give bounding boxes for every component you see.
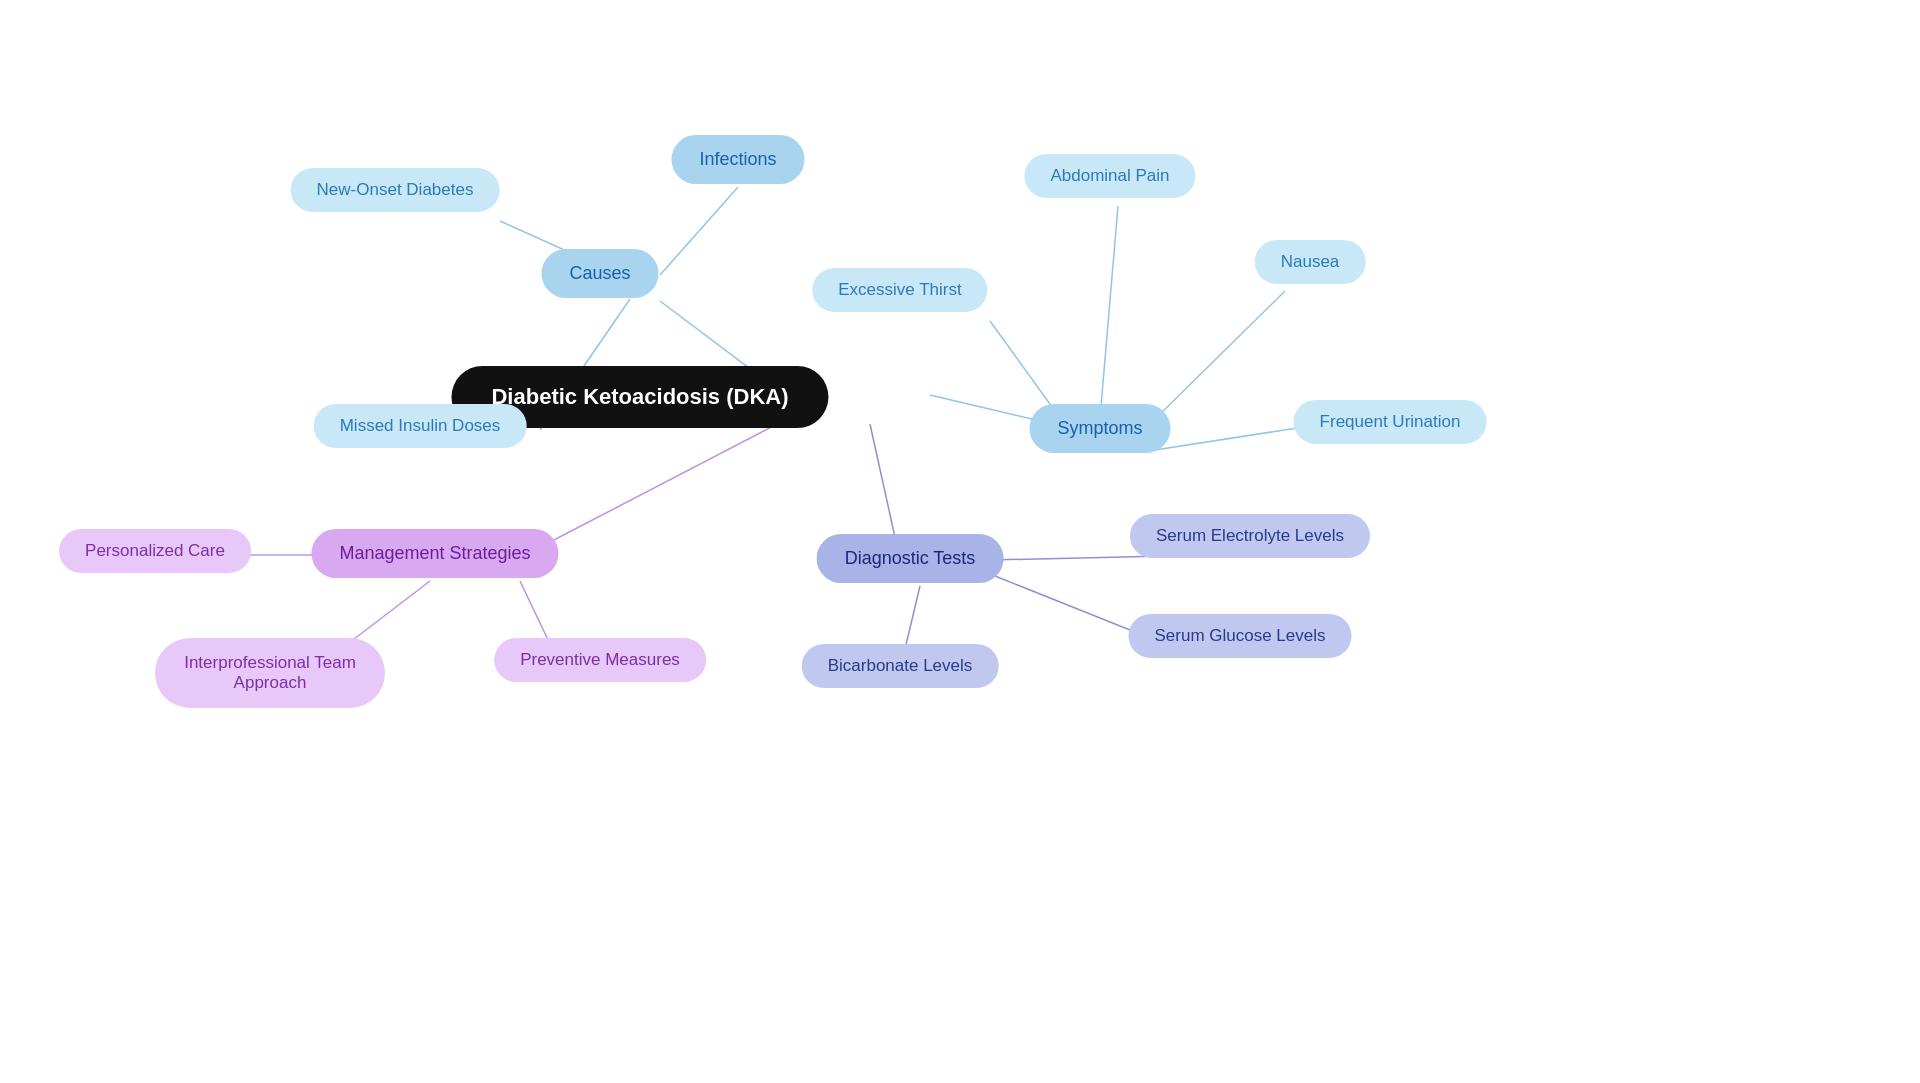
management-node: Management Strategies: [311, 529, 558, 578]
svg-line-14: [990, 556, 1165, 560]
causes-label: Causes: [569, 263, 630, 284]
frequent-urination-node: Frequent Urination: [1294, 400, 1487, 444]
preventive-measures-node: Preventive Measures: [494, 638, 706, 682]
serum-glucose-node: Serum Glucose Levels: [1128, 614, 1351, 658]
serum-glucose-label: Serum Glucose Levels: [1154, 626, 1325, 646]
bicarbonate-node: Bicarbonate Levels: [802, 644, 999, 688]
diagnostic-tests-node: Diagnostic Tests: [817, 534, 1004, 583]
missed-insulin-label: Missed Insulin Doses: [340, 416, 501, 436]
preventive-measures-label: Preventive Measures: [520, 650, 680, 670]
symptoms-label: Symptoms: [1057, 418, 1142, 439]
frequent-urination-label: Frequent Urination: [1320, 412, 1461, 432]
excessive-thirst-node: Excessive Thirst: [812, 268, 987, 312]
svg-line-7: [1150, 291, 1285, 424]
symptoms-node: Symptoms: [1029, 404, 1170, 453]
personalized-care-node: Personalized Care: [59, 529, 251, 573]
infections-label: Infections: [699, 149, 776, 170]
svg-line-9: [525, 420, 785, 555]
interprofessional-label: Interprofessional Team Approach: [184, 653, 356, 693]
new-onset-node: New-Onset Diabetes: [291, 168, 500, 212]
nausea-label: Nausea: [1281, 252, 1340, 272]
svg-line-8: [1155, 426, 1310, 450]
missed-insulin-node: Missed Insulin Doses: [314, 404, 527, 448]
new-onset-label: New-Onset Diabetes: [317, 180, 474, 200]
nausea-node: Nausea: [1255, 240, 1366, 284]
serum-electrolyte-label: Serum Electrolyte Levels: [1156, 526, 1344, 546]
interprofessional-node: Interprofessional Team Approach: [155, 638, 385, 708]
abdominal-pain-label: Abdominal Pain: [1050, 166, 1169, 186]
management-label: Management Strategies: [339, 543, 530, 564]
diagnostic-tests-label: Diagnostic Tests: [845, 548, 976, 569]
causes-node: Causes: [541, 249, 658, 298]
center-label: Diabetic Ketoacidosis (DKA): [491, 384, 788, 410]
bicarbonate-label: Bicarbonate Levels: [828, 656, 973, 676]
infections-node: Infections: [671, 135, 804, 184]
svg-line-6: [1100, 206, 1118, 418]
personalized-care-label: Personalized Care: [85, 541, 225, 561]
excessive-thirst-label: Excessive Thirst: [838, 280, 961, 300]
svg-line-1: [660, 187, 738, 275]
abdominal-pain-node: Abdominal Pain: [1024, 154, 1195, 198]
serum-electrolyte-node: Serum Electrolyte Levels: [1130, 514, 1370, 558]
